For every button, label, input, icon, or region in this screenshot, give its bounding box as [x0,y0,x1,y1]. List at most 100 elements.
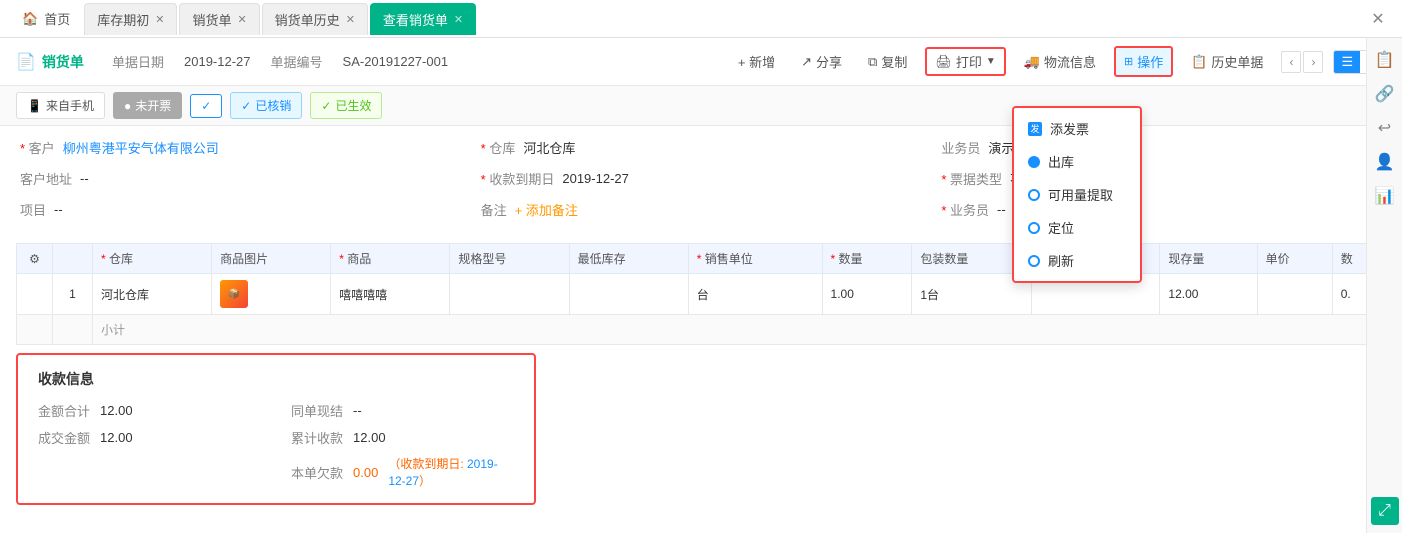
close-view-sales-tab[interactable]: ✕ [454,13,463,26]
history-button[interactable]: 📋 历史单据 [1183,48,1271,75]
subtotal-row: 小计 [17,315,1386,345]
row-settings[interactable] [17,274,53,315]
doc-number-value: SA-20191227-001 [343,54,449,69]
ticket-type-field: 票据类型 不开票 [941,169,1382,188]
ticket-type-label: 票据类型 [941,169,1002,188]
close-sales-tab[interactable]: ✕ [237,13,246,26]
notes-icon: 📋 [1375,50,1395,70]
amount-total-row: 金额合计 12.00 [38,401,261,420]
ticket-icon: ● [124,99,131,113]
tab-sales[interactable]: 销货单 ✕ [179,3,259,35]
tab-home[interactable]: 🏠 首页 [10,3,82,35]
product-thumbnail: 📦 [220,280,248,308]
available-qty-item[interactable]: 可用量提取 [1014,178,1140,211]
customer-value[interactable]: 柳州粤港平安气体有限公司 [63,138,219,157]
col-price: 单价 [1257,244,1332,274]
payment-date-value: 2019-12-27 [562,171,629,186]
row-spec [450,274,569,315]
refresh-item[interactable]: 刷新 [1014,244,1140,277]
col-product: 商品 [331,244,450,274]
subtotal-seq [53,315,93,345]
col-seq [53,244,93,274]
doc-title: 📄 销货单 [16,52,96,72]
cumulative-value: 12.00 [353,430,386,445]
logistics-button[interactable]: 🚚 物流信息 [1016,48,1104,75]
note-label: 备注 [481,200,507,219]
staff2-label: 业务员 [941,200,989,219]
form-row-3: 项目 -- 备注 + 添加备注 业务员 -- [20,200,1382,219]
already-cancel-button[interactable]: ✓ 已核销 [230,92,302,119]
address-label: 客户地址 [20,169,72,188]
same-order-row: 同单现结 -- [291,401,514,420]
row-seq: 1 [53,274,93,315]
settings-icon: ⚙ [29,252,40,266]
not-open-button[interactable]: ● 未开票 [113,92,182,119]
amount-total-label: 金额合计 [38,401,90,420]
sidebar-user-button[interactable]: 👤 [1371,148,1399,176]
col-qty: 数量 [822,244,912,274]
project-label: 项目 [20,200,46,219]
address-value: -- [80,171,89,186]
cumulative-row: 累计收款 12.00 [291,428,514,447]
add-invoice-label: 添发票 [1050,119,1089,138]
confirm-button[interactable]: ✓ [190,94,222,118]
copy-button[interactable]: ⧉ 复制 [860,48,915,75]
staff2-value: -- [997,202,1006,217]
plus-icon: + [515,203,523,218]
sidebar-notes-button[interactable]: 📋 [1371,46,1399,74]
tab-bar: 🏠 首页 库存期初 ✕ 销货单 ✕ 销货单历史 ✕ 查看销货单 ✕ ✕ [0,0,1402,38]
deal-amount-label: 成交金额 [38,428,90,447]
row-min-stock [569,274,688,315]
tab-view-sales[interactable]: 查看销货单 ✕ [370,3,476,35]
col-stock: 现存量 [1160,244,1257,274]
new-button[interactable]: + 新增 [730,48,783,75]
sales-order-icon: 📄 [16,52,36,72]
staff-label: 业务员 [941,138,980,157]
refresh-icon [1028,255,1040,267]
address-field: 客户地址 -- [20,169,461,188]
locate-item[interactable]: 定位 [1014,211,1140,244]
col-unit: 销售单位 [688,244,822,274]
user-icon: 👤 [1375,152,1395,172]
table-header-row: ⚙ 仓库 商品图片 商品 规格型号 最低库存 销售单位 数量 包装数量 可用量 … [17,244,1386,274]
form-area: 客户 柳州粤港平安气体有限公司 仓库 河北仓库 业务员 演示账号 客户地址 -- [0,126,1402,243]
warehouse-label: 仓库 [481,138,516,157]
share-icon: ↗ [801,54,812,70]
operation-dropdown: 发 添发票 出库 可用量提取 定位 刷新 [1012,106,1142,283]
header-actions: + 新增 ↗ 分享 ⧉ 复制 🖨 打印 ▼ 🚚 物流信息 [730,46,1386,77]
form-row-2: 客户地址 -- 收款到期日 2019-12-27 票据类型 不开票 [20,169,1382,188]
sidebar-chart-button[interactable]: 📊 [1371,182,1399,210]
tab-sales-history[interactable]: 销货单历史 ✕ [262,3,368,35]
sidebar-expand-button[interactable]: ⤢ [1371,497,1399,525]
prev-button[interactable]: ‹ [1281,51,1301,73]
row-qty: 1.00 [822,274,912,315]
print-icon: 🖨 [935,54,952,70]
cumulative-label: 累计收款 [291,428,343,447]
cancel-check-icon: ✓ [241,99,251,113]
out-warehouse-item[interactable]: 出库 [1014,145,1140,178]
nav-arrows: ‹ › [1281,51,1323,73]
window-close-button[interactable]: ✕ [1364,5,1392,33]
payment-date-field: 收款到期日 2019-12-27 [481,169,922,188]
close-history-tab[interactable]: ✕ [346,13,355,26]
sidebar-undo-button[interactable]: ↩ [1371,114,1399,142]
next-button[interactable]: › [1303,51,1323,73]
note-add-btn[interactable]: + 添加备注 [515,200,578,219]
from-phone-button[interactable]: 📱 来自手机 [16,92,105,119]
add-invoice-item[interactable]: 发 添发票 [1014,112,1140,145]
row-product-img: 📦 [212,274,331,315]
copy-icon: ⧉ [868,54,877,70]
out-warehouse-label: 出库 [1048,152,1074,171]
sidebar-link-button[interactable]: 🔗 [1371,80,1399,108]
print-button[interactable]: 🖨 打印 ▼ [925,47,1005,76]
close-inventory-tab[interactable]: ✕ [155,13,164,26]
col-spec: 规格型号 [450,244,569,274]
undo-icon: ↩ [1378,118,1391,138]
list-view-button[interactable]: ☰ [1334,51,1360,73]
tab-inventory[interactable]: 库存期初 ✕ [84,3,177,35]
right-sidebar: 📋 🔗 ↩ 👤 📊 ⤢ [1366,38,1402,533]
operation-button[interactable]: ⊞ 操作 [1114,46,1173,77]
already-effect-button[interactable]: ✓ 已生效 [310,92,382,119]
share-button[interactable]: ↗ 分享 [793,48,850,75]
col-settings[interactable]: ⚙ [17,244,53,274]
